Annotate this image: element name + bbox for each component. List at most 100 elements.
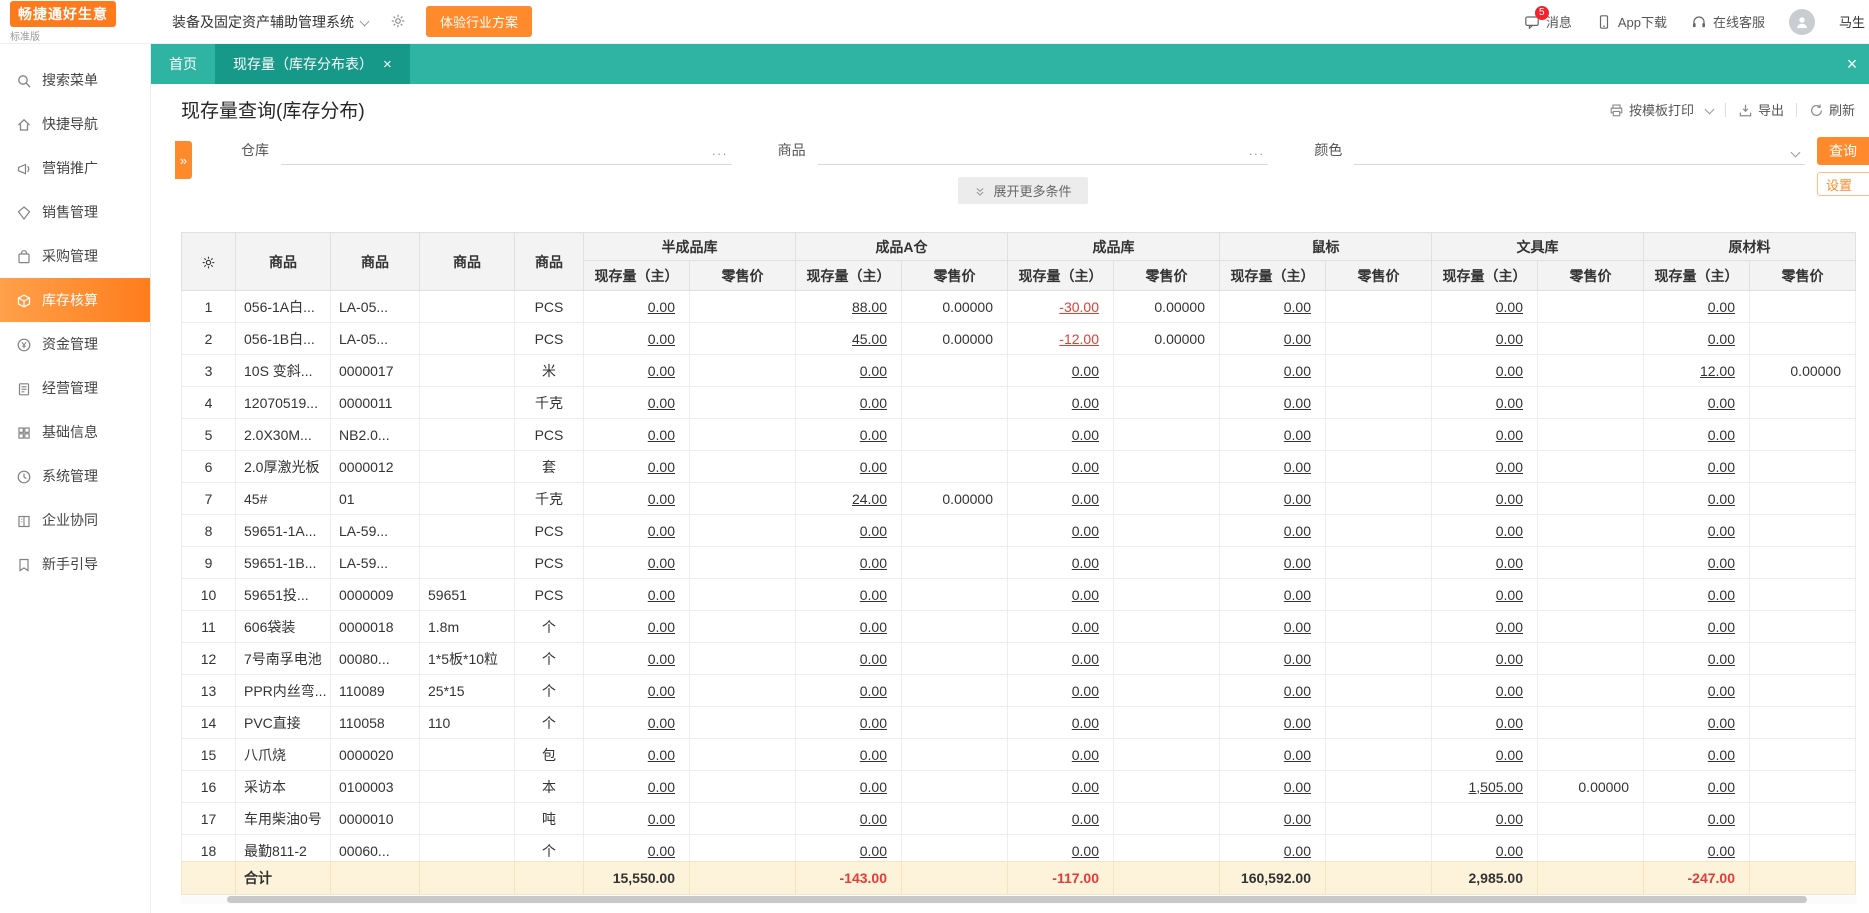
more-options-icon[interactable]: ··· [1248, 146, 1264, 161]
qty-drilldown-link[interactable]: 0.00 [1496, 619, 1523, 635]
qty-drilldown-link[interactable]: 0.00 [1284, 651, 1311, 667]
expand-more-button[interactable]: 展开更多条件 [958, 177, 1088, 204]
qty-drilldown-link[interactable]: 0.00 [1708, 619, 1735, 635]
col-header-product[interactable]: 商品 [235, 232, 331, 291]
online-service-button[interactable]: 在线客服 [1691, 12, 1765, 31]
qty-drilldown-link[interactable]: 0.00 [1708, 331, 1735, 347]
qty-drilldown-link[interactable]: 0.00 [1496, 523, 1523, 539]
qty-drilldown-link[interactable]: 0.00 [648, 715, 675, 731]
qty-drilldown-link[interactable]: 0.00 [860, 523, 887, 539]
qty-drilldown-link[interactable]: 0.00 [1496, 555, 1523, 571]
sidebar-item-inventory-accounting[interactable]: 库存核算 [0, 278, 150, 322]
col-header-qty[interactable]: 现存量（主） [1431, 260, 1538, 291]
qty-drilldown-link[interactable]: 0.00 [648, 299, 675, 315]
refresh-button[interactable]: 刷新 [1809, 100, 1855, 119]
qty-drilldown-link[interactable]: 45.00 [852, 331, 887, 347]
qty-drilldown-link[interactable]: 0.00 [648, 779, 675, 795]
app-download-button[interactable]: App下载 [1596, 12, 1667, 31]
col-header-product[interactable]: 商品 [514, 232, 584, 291]
qty-drilldown-link[interactable]: 0.00 [648, 811, 675, 827]
col-header-price[interactable]: 零售价 [1113, 260, 1220, 291]
col-header-price[interactable]: 零售价 [689, 260, 796, 291]
qty-drilldown-link[interactable]: 0.00 [1284, 747, 1311, 763]
qty-drilldown-link[interactable]: 0.00 [860, 715, 887, 731]
qty-drilldown-link[interactable]: 0.00 [1496, 683, 1523, 699]
sidebar-item-enterprise-collab[interactable]: 企业协同 [0, 498, 150, 542]
table-row[interactable]: 7 45# 01 千克 0.00 24.00 0.00000 0.00 0.00 0.00 0.00 [181, 482, 1856, 515]
qty-drilldown-link[interactable]: 0.00 [1708, 523, 1735, 539]
qty-drilldown-link[interactable]: 0.00 [1708, 843, 1735, 859]
qty-drilldown-link[interactable]: 0.00 [1708, 491, 1735, 507]
qty-drilldown-link[interactable]: 0.00 [1072, 459, 1099, 475]
qty-drilldown-link[interactable]: 0.00 [860, 555, 887, 571]
sidebar-item-funds-mgmt[interactable]: 资金管理 [0, 322, 150, 366]
qty-drilldown-link[interactable]: 0.00 [1496, 587, 1523, 603]
qty-drilldown-link[interactable]: 0.00 [1284, 491, 1311, 507]
qty-drilldown-link[interactable]: 0.00 [1708, 459, 1735, 475]
qty-drilldown-link[interactable]: 0.00 [1072, 811, 1099, 827]
qty-drilldown-link[interactable]: 0.00 [860, 683, 887, 699]
qty-drilldown-link[interactable]: 0.00 [648, 459, 675, 475]
qty-drilldown-link[interactable]: 0.00 [1284, 683, 1311, 699]
qty-drilldown-link[interactable]: 0.00 [1708, 587, 1735, 603]
sidebar-item-sales-mgmt[interactable]: 销售管理 [0, 190, 150, 234]
col-header-price[interactable]: 零售价 [1537, 260, 1644, 291]
col-header-product[interactable]: 商品 [330, 232, 420, 291]
query-button[interactable]: 查询 [1817, 137, 1869, 165]
table-row[interactable]: 4 12070519... 0000011 千克 0.00 0.00 0.00 0.00 0.0… [181, 386, 1856, 419]
table-row[interactable]: 2 056-1B白... LA-05... PCS 0.00 45.00 0.00000 -1… [181, 322, 1856, 355]
qty-drilldown-link[interactable]: 0.00 [1496, 331, 1523, 347]
sidebar-item-operations-mgmt[interactable]: 经营管理 [0, 366, 150, 410]
col-header-qty[interactable]: 现存量（主） [1007, 260, 1114, 291]
qty-drilldown-link[interactable]: 0.00 [1072, 491, 1099, 507]
qty-drilldown-link[interactable]: 24.00 [852, 491, 887, 507]
col-header-qty[interactable]: 现存量（主） [1643, 260, 1750, 291]
filter-input-warehouse[interactable]: ··· [281, 137, 732, 165]
filter-settings-button[interactable]: 设置 [1817, 172, 1869, 196]
qty-drilldown-link[interactable]: 0.00 [1708, 555, 1735, 571]
filter-input-color[interactable] [1354, 137, 1806, 165]
qty-drilldown-link[interactable]: 0.00 [860, 747, 887, 763]
qty-drilldown-link[interactable]: 88.00 [852, 299, 887, 315]
qty-drilldown-link[interactable]: 0.00 [860, 395, 887, 411]
sidebar-item-marketing[interactable]: 营销推广 [0, 146, 150, 190]
sidebar-item-system-mgmt[interactable]: 系统管理 [0, 454, 150, 498]
qty-drilldown-link[interactable]: 0.00 [1072, 587, 1099, 603]
qty-drilldown-link[interactable]: 0.00 [1072, 395, 1099, 411]
qty-drilldown-link[interactable]: 0.00 [1496, 747, 1523, 763]
chevron-down-icon[interactable] [1790, 147, 1801, 158]
table-row[interactable]: 12 7号南孚电池 00080... 1*5板*10粒个 0.00 0.00 0.00 0.0… [181, 642, 1856, 675]
qty-drilldown-link[interactable]: 0.00 [860, 811, 887, 827]
qty-drilldown-link[interactable]: 0.00 [648, 683, 675, 699]
qty-drilldown-link[interactable]: 0.00 [648, 747, 675, 763]
qty-drilldown-link[interactable]: 0.00 [1496, 843, 1523, 859]
qty-drilldown-link[interactable]: 0.00 [648, 395, 675, 411]
qty-drilldown-link[interactable]: 0.00 [1284, 555, 1311, 571]
table-row[interactable]: 5 2.0X30M... NB2.0... PCS 0.00 0.00 0.00 0.00 0.… [181, 418, 1856, 451]
table-row[interactable]: 16 采访本 0100003 本 0.00 0.00 0.00 0.00 1,505.00 0.0… [181, 770, 1856, 803]
export-button[interactable]: 导出 [1738, 100, 1784, 119]
trial-plan-button[interactable]: 体验行业方案 [426, 6, 533, 37]
column-settings-button[interactable] [181, 232, 236, 291]
qty-drilldown-link[interactable]: 0.00 [1284, 395, 1311, 411]
qty-drilldown-link[interactable]: 0.00 [1284, 843, 1311, 859]
qty-drilldown-link[interactable]: 0.00 [860, 427, 887, 443]
qty-drilldown-link[interactable]: 0.00 [1496, 459, 1523, 475]
qty-drilldown-link[interactable]: 0.00 [1284, 523, 1311, 539]
col-header-qty[interactable]: 现存量（主） [583, 260, 690, 291]
qty-drilldown-link[interactable]: 0.00 [1708, 651, 1735, 667]
qty-drilldown-link[interactable]: 0.00 [1072, 427, 1099, 443]
qty-drilldown-link[interactable]: -12.00 [1059, 331, 1099, 347]
qty-drilldown-link[interactable]: 0.00 [1708, 395, 1735, 411]
col-header-price[interactable]: 零售价 [901, 260, 1008, 291]
more-options-icon[interactable]: ··· [712, 146, 728, 161]
table-row[interactable]: 8 59651-1A... LA-59... PCS 0.00 0.00 0.00 0.00 0… [181, 514, 1856, 547]
messages-button[interactable]: 5 消息 [1524, 5, 1572, 31]
qty-drilldown-link[interactable]: 0.00 [1072, 523, 1099, 539]
close-all-tabs-icon[interactable]: × [1835, 44, 1869, 84]
qty-drilldown-link[interactable]: 0.00 [1496, 363, 1523, 379]
qty-drilldown-link[interactable]: 0.00 [860, 843, 887, 859]
qty-drilldown-link[interactable]: 0.00 [1284, 363, 1311, 379]
avatar[interactable] [1788, 8, 1815, 35]
close-tab-icon[interactable]: × [383, 56, 392, 73]
